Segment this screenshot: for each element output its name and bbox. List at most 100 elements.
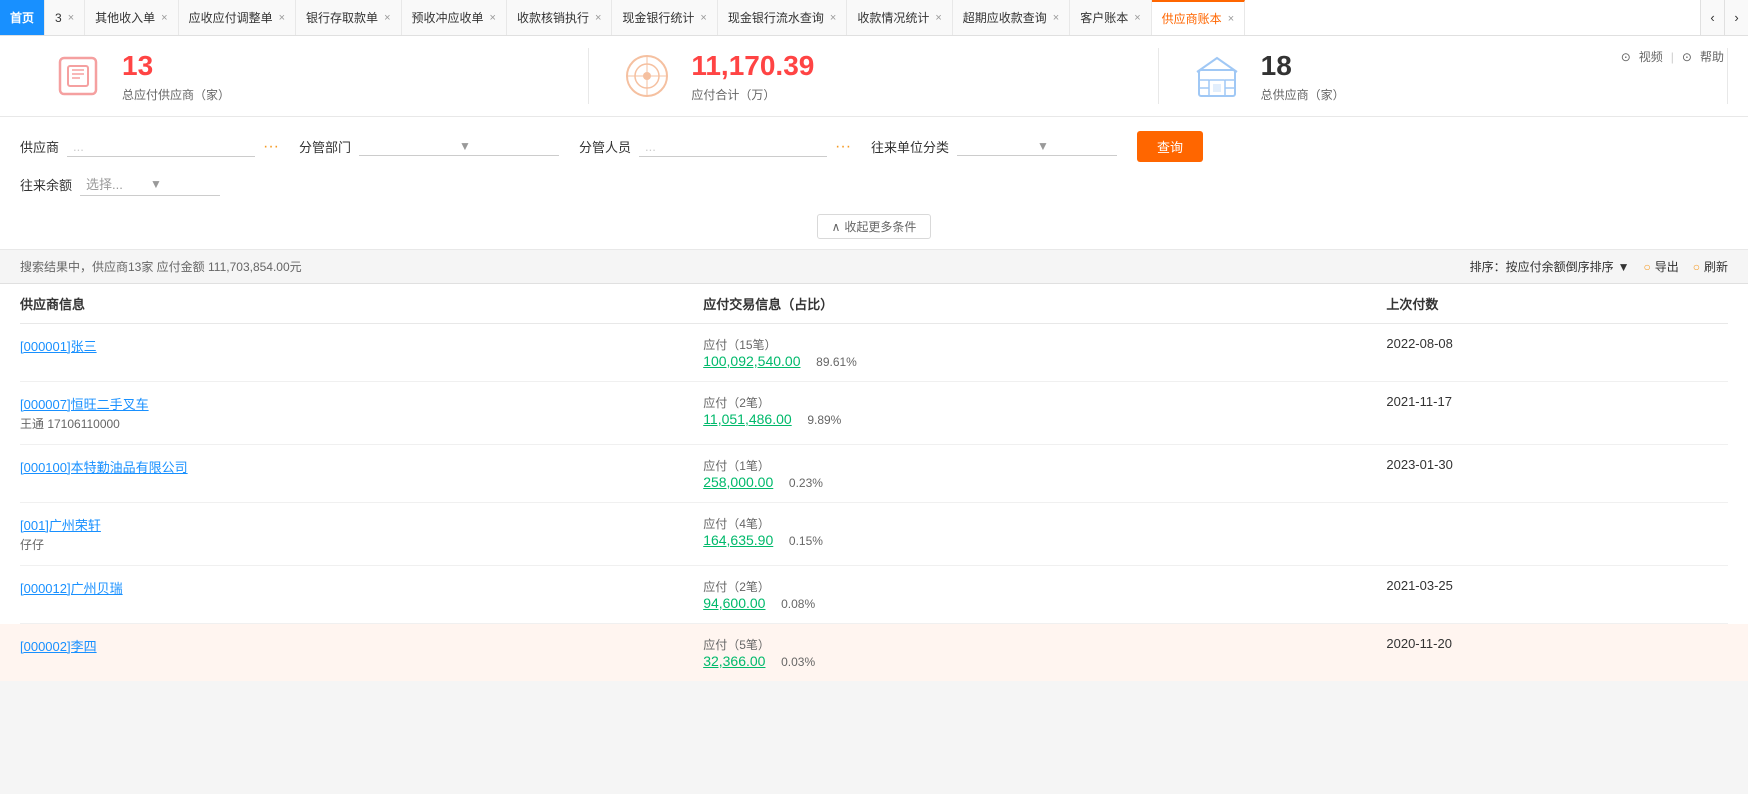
tx-amount-3[interactable]: 258,000.00	[703, 474, 773, 490]
supplier-link-1[interactable]: [000001]张三	[20, 339, 97, 354]
nav-tab-12-close[interactable]: ×	[1228, 13, 1234, 25]
supplier-link-5[interactable]: [000012]广州贝瑞	[20, 581, 123, 596]
nav-tab-10-close[interactable]: ×	[1053, 12, 1059, 24]
nav-tab-4[interactable]: 银行存取款单 ×	[296, 0, 401, 36]
tx-percent-2: 9.89%	[807, 413, 841, 427]
search-button[interactable]: 查询	[1137, 131, 1203, 162]
refresh-button[interactable]: ○ 刷新	[1693, 258, 1728, 275]
nav-tab-10-label: 超期应收款查询	[963, 9, 1047, 26]
person-dots-icon[interactable]: ···	[835, 138, 851, 156]
supplier-link-3[interactable]: [000100]本特勤油品有限公司	[20, 460, 188, 475]
supplier-input[interactable]	[67, 137, 255, 157]
filter-row-1: 供应商 ··· 分管部门 ▼ 分管人员 ··· 往来单位分类 ▼ 查询	[20, 131, 1728, 162]
nav-tab-9-close[interactable]: ×	[935, 12, 941, 24]
table-row: [000001]张三 应付（15笔） 100,092,540.00 89.61%…	[20, 324, 1728, 382]
table-row: [000100]本特勤油品有限公司 应付（1笔） 258,000.00 0.23…	[20, 445, 1728, 503]
help-link[interactable]: 帮助	[1700, 48, 1724, 65]
supplier-info-2: [000007]恒旺二手叉车 王通 17106110000	[20, 394, 703, 432]
collapse-label: 收起更多条件	[844, 218, 916, 235]
category-label: 往来单位分类	[871, 137, 949, 156]
nav-tab-3[interactable]: 应收应付调整单 ×	[179, 0, 296, 36]
tx-percent-4: 0.15%	[789, 534, 823, 548]
nav-tab-6[interactable]: 收款核销执行 ×	[507, 0, 612, 36]
table-row: [000012]广州贝瑞 应付（2笔） 94,600.00 0.08% 2021…	[20, 566, 1728, 624]
category-arrow-icon: ▼	[1037, 139, 1111, 153]
nav-tab-5-close[interactable]: ×	[490, 12, 496, 24]
collapse-button[interactable]: ∧ 收起更多条件	[817, 214, 932, 239]
nav-tab-9-label: 收款情况统计	[857, 9, 929, 26]
dept-dropdown[interactable]: ▼	[359, 137, 559, 156]
nav-next-button[interactable]: ›	[1724, 0, 1748, 36]
result-bar: 搜索结果中，供应商13家 应付金额 111,703,854.00元 排序：按应付…	[0, 250, 1748, 284]
person-filter: 分管人员 ···	[579, 137, 851, 157]
supplier-link-4[interactable]: [001]广州荣轩	[20, 518, 101, 533]
stats-total-suppliers-number: 18	[1261, 49, 1345, 83]
sort-dropdown[interactable]: 排序：按应付余额倒序排序 ▼	[1470, 258, 1630, 275]
person-input[interactable]	[639, 137, 827, 157]
nav-tab-2-close[interactable]: ×	[161, 12, 167, 24]
last-pay-5: 2021-03-25	[1386, 578, 1728, 593]
nav-tab-9[interactable]: 收款情况统计 ×	[847, 0, 952, 36]
supplier-link-6[interactable]: [000002]李四	[20, 639, 97, 654]
last-pay-6: 2020-11-20	[1386, 636, 1728, 651]
tx-amount-2[interactable]: 11,051,486.00	[703, 411, 792, 427]
stats-payable-total-label: 应付合计（万）	[691, 86, 814, 103]
dept-label: 分管部门	[299, 137, 351, 156]
sort-arrow-icon: ▼	[1618, 260, 1630, 274]
nav-tab-5[interactable]: 预收冲应收单 ×	[402, 0, 507, 36]
tx-info-6: 应付（5笔） 32,366.00 0.03%	[703, 636, 1386, 669]
nav-tab-3-close[interactable]: ×	[279, 12, 285, 24]
category-dropdown[interactable]: ▼	[957, 137, 1117, 156]
nav-tab-11[interactable]: 客户账本 ×	[1070, 0, 1151, 36]
stats-info-1: 13 总应付供应商（家）	[122, 49, 230, 104]
tx-percent-6: 0.03%	[781, 655, 815, 669]
nav-tab-6-close[interactable]: ×	[595, 12, 601, 24]
nav-tab-8-close[interactable]: ×	[830, 12, 836, 24]
nav-tab-7[interactable]: 现金银行统计 ×	[612, 0, 717, 36]
nav-tab-10[interactable]: 超期应收款查询 ×	[953, 0, 1070, 36]
nav-tab-12-label: 供应商账本	[1162, 10, 1222, 27]
balance-label: 往来余额	[20, 175, 72, 194]
supplier-dots-icon[interactable]: ···	[263, 138, 279, 156]
nav-tab-7-close[interactable]: ×	[700, 12, 706, 24]
video-link[interactable]: 视频	[1639, 48, 1663, 65]
nav-tab-1-close[interactable]: ×	[68, 12, 74, 24]
nav-tab-2[interactable]: 其他收入单 ×	[85, 0, 178, 36]
supplier-contact-2: 王通 17106110000	[20, 415, 703, 432]
nav-prev-button[interactable]: ‹	[1700, 0, 1724, 36]
nav-tab-11-close[interactable]: ×	[1134, 12, 1140, 24]
tx-label-1: 应付（15笔）	[703, 336, 1386, 353]
tx-amount-6[interactable]: 32,366.00	[703, 653, 765, 669]
table-row: [001]广州荣轩 仔仔 应付（4笔） 164,635.90 0.15%	[20, 503, 1728, 566]
nav-tab-12[interactable]: 供应商账本 ×	[1152, 0, 1245, 36]
stats-icon-shop	[1189, 48, 1245, 104]
nav-tab-8[interactable]: 现金银行流水查询 ×	[718, 0, 847, 36]
supplier-filter: 供应商 ···	[20, 137, 279, 157]
nav-tab-6-label: 收款核销执行	[517, 9, 589, 26]
last-pay-2: 2021-11-17	[1386, 394, 1728, 409]
supplier-link-2[interactable]: [000007]恒旺二手叉车	[20, 397, 149, 412]
nav-home[interactable]: 首页	[0, 0, 45, 36]
filter-area: 供应商 ··· 分管部门 ▼ 分管人员 ··· 往来单位分类 ▼ 查询 往来	[0, 117, 1748, 250]
tx-amount-1[interactable]: 100,092,540.00	[703, 353, 800, 369]
export-label: 导出	[1655, 258, 1679, 275]
balance-dropdown[interactable]: 选择... ▼	[80, 172, 220, 196]
table-header: 供应商信息 应付交易信息（占比） 上次付数	[20, 284, 1728, 324]
collapse-icon: ∧	[832, 220, 841, 234]
balance-filter: 往来余额 选择... ▼	[20, 172, 220, 196]
stats-info-2: 11,170.39 应付合计（万）	[691, 49, 814, 104]
tx-label-3: 应付（1笔）	[703, 457, 1386, 474]
tx-amount-4[interactable]: 164,635.90	[703, 532, 773, 548]
stats-card-payable-suppliers: 13 总应付供应商（家）	[20, 48, 589, 104]
dept-arrow-icon: ▼	[459, 139, 553, 153]
tx-percent-5: 0.08%	[781, 597, 815, 611]
stats-payable-suppliers-number: 13	[122, 49, 230, 83]
supplier-label: 供应商	[20, 137, 59, 156]
export-button[interactable]: ○ 导出	[1643, 258, 1678, 275]
tx-amount-5[interactable]: 94,600.00	[703, 595, 765, 611]
nav-tab-1[interactable]: 3 ×	[45, 0, 85, 36]
nav-tab-4-close[interactable]: ×	[384, 12, 390, 24]
nav-tab-3-label: 应收应付调整单	[189, 9, 273, 26]
stats-info-3: 18 总供应商（家）	[1261, 49, 1345, 104]
export-icon: ○	[1643, 260, 1650, 274]
